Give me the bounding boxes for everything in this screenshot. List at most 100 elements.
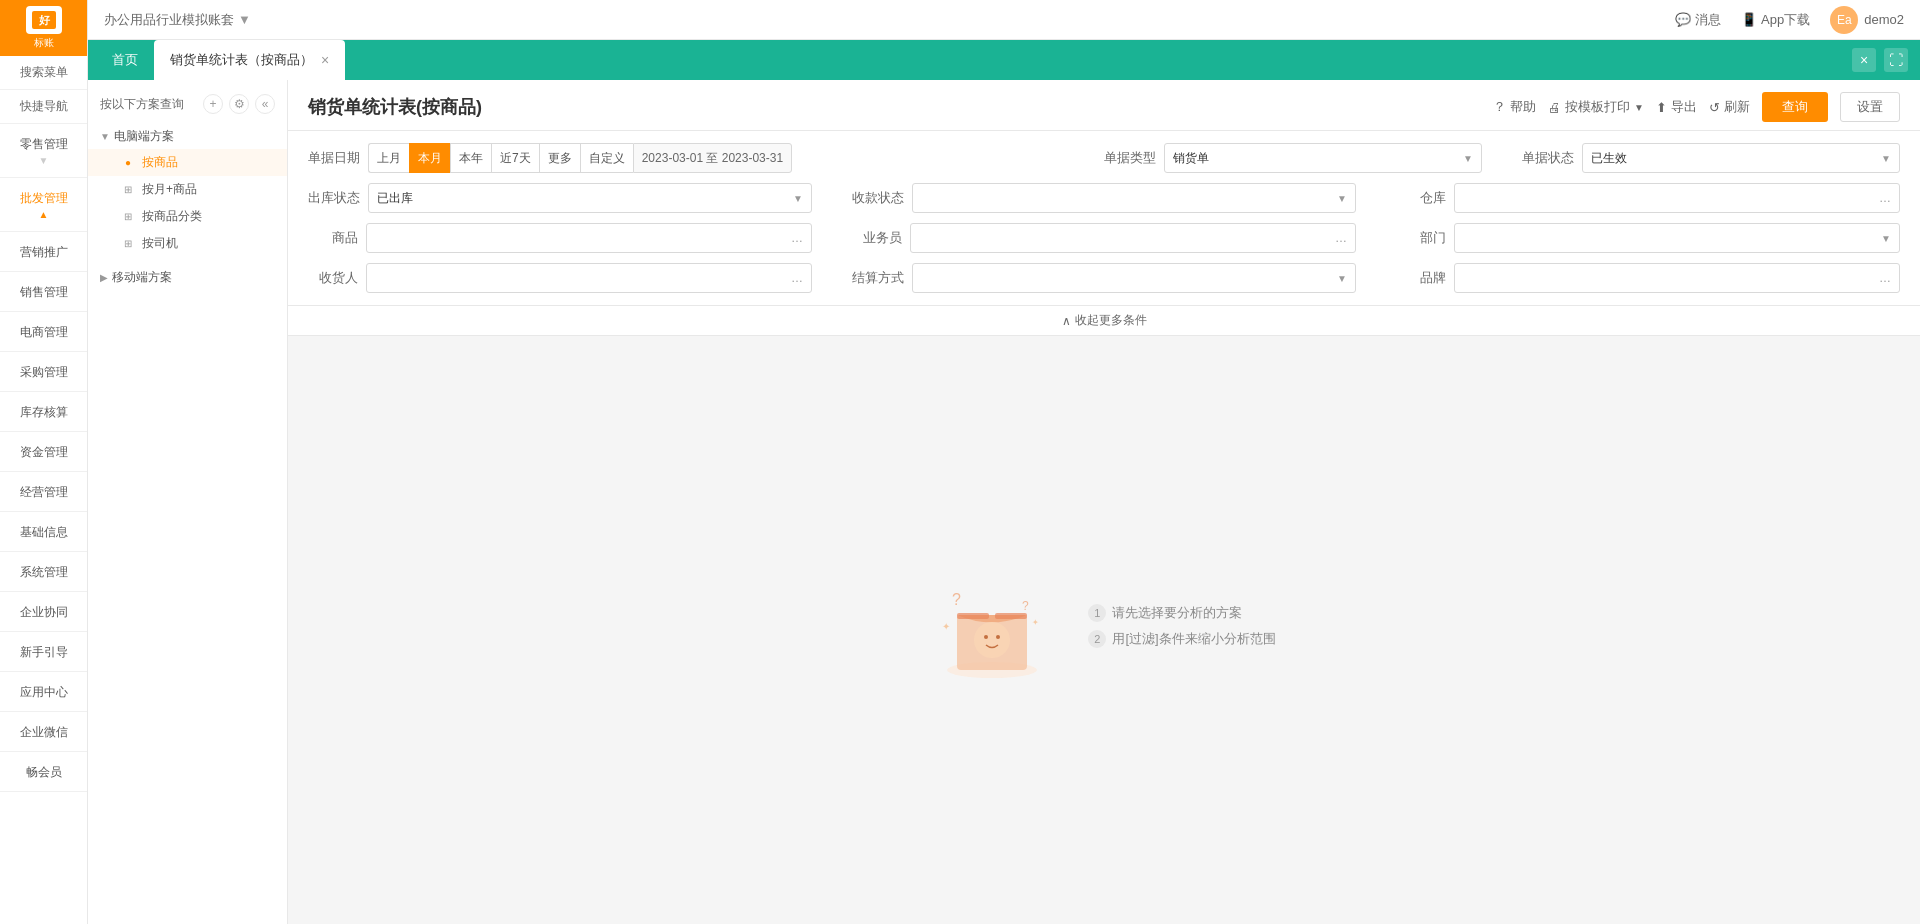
date-btn-last-month[interactable]: 上月 [368, 143, 409, 173]
sidebar-item-sales[interactable]: 销售管理 [0, 272, 87, 312]
setting-scheme-btn[interactable]: ⚙ [229, 94, 249, 114]
date-btn-more[interactable]: 更多 [539, 143, 580, 173]
sidebar-item-member[interactable]: 畅会员 [0, 752, 87, 792]
add-scheme-btn[interactable]: + [203, 94, 223, 114]
active-tab-label: 销货单统计表（按商品） [170, 51, 313, 69]
date-btn-custom[interactable]: 自定义 [580, 143, 633, 173]
sidebar-search-item[interactable]: 搜索菜单 [0, 56, 87, 90]
receiver-dots: … [791, 271, 803, 285]
svg-point-6 [974, 622, 1010, 658]
sidebar-item-marketing[interactable]: 营销推广 [0, 232, 87, 272]
staff-select[interactable]: … [910, 223, 1356, 253]
sidebar-item-app-center[interactable]: 应用中心 [0, 672, 87, 712]
collapse-icon: ∧ [1062, 314, 1071, 328]
help-btn[interactable]: ？ 帮助 [1493, 98, 1536, 116]
settings-button[interactable]: 设置 [1840, 92, 1900, 122]
app-download-btn[interactable]: 📱 App下载 [1741, 11, 1810, 29]
tab-home[interactable]: 首页 [96, 40, 154, 80]
mobile-section-arrow: ▶ [100, 272, 108, 283]
status-value: 已生效 [1591, 150, 1627, 167]
sidebar-item-operation[interactable]: 经营管理 [0, 472, 87, 512]
sidebar-item-ecommerce[interactable]: 电商管理 [0, 312, 87, 352]
dept-select[interactable]: ▼ [1454, 223, 1900, 253]
content-area: 按以下方案查询 + ⚙ « ▼ 电脑端方案 ● 按商品 ⊞ 按月+商品 [88, 80, 1920, 924]
by-product-label: 按商品 [142, 154, 178, 171]
tabbar-expand-btn[interactable]: ⛶ [1884, 48, 1908, 72]
left-panel-header: 按以下方案查询 + ⚙ « [88, 88, 287, 120]
collapse-panel-btn[interactable]: « [255, 94, 275, 114]
stock-out-select[interactable]: 已出库 ▼ [368, 183, 812, 213]
svg-text:✦: ✦ [942, 621, 950, 632]
export-btn[interactable]: ⬆ 导出 [1656, 98, 1697, 116]
app-download-label: App下载 [1761, 11, 1810, 29]
sidebar-item-enterprise[interactable]: 企业协同 [0, 592, 87, 632]
sidebar-item-purchase[interactable]: 采购管理 [0, 352, 87, 392]
date-btn-this-month[interactable]: 本月 [409, 143, 450, 173]
dropdown-arrow-icon[interactable]: ▼ [238, 12, 251, 27]
export-label: 导出 [1671, 98, 1697, 116]
sidebar-item-system[interactable]: 系统管理 [0, 552, 87, 592]
logo-icon: 好 [26, 6, 62, 34]
warehouse-select[interactable]: … [1454, 183, 1900, 213]
panel-item-by-month-product[interactable]: ⊞ 按月+商品 [88, 176, 287, 203]
panel-item-by-product[interactable]: ● 按商品 [88, 149, 287, 176]
left-panel: 按以下方案查询 + ⚙ « ▼ 电脑端方案 ● 按商品 ⊞ 按月+商品 [88, 80, 288, 924]
sidebar-quick-nav-item[interactable]: 快捷导航 [0, 90, 87, 124]
dept-label: 部门 [1396, 229, 1446, 247]
refresh-icon: ↺ [1709, 100, 1720, 115]
export-icon: ⬆ [1656, 100, 1667, 115]
user-menu-btn[interactable]: Ea demo2 [1830, 6, 1904, 34]
status-select[interactable]: 已生效 ▼ [1582, 143, 1900, 173]
panel-item-by-cashier[interactable]: ⊞ 按司机 [88, 230, 287, 257]
empty-illustration: ? ? ✦ ✦ [932, 575, 1052, 685]
date-label: 单据日期 [308, 149, 360, 167]
mobile-section-header[interactable]: ▶ 移动端方案 [88, 265, 287, 290]
sidebar-item-basic[interactable]: 基础信息 [0, 512, 87, 552]
avatar: Ea [1830, 6, 1858, 34]
print-btn[interactable]: 🖨 按模板打印 ▼ [1548, 98, 1644, 116]
query-button[interactable]: 查询 [1762, 92, 1828, 122]
svg-point-7 [984, 635, 988, 639]
stock-out-label: 出库状态 [308, 189, 360, 207]
home-tab-label: 首页 [112, 51, 138, 69]
empty-wrapper: ? ? ✦ ✦ 1 请先选择要分析的方案 [932, 575, 1275, 685]
main-area: 办公用品行业模拟账套 ▼ 💬 消息 📱 App下载 Ea demo2 首页 [88, 0, 1920, 924]
collapse-more-btn[interactable]: ∧ 收起更多条件 [288, 306, 1920, 336]
settlement-select[interactable]: ▼ [912, 263, 1356, 293]
stock-out-value: 已出库 [377, 190, 413, 207]
sidebar-item-wholesale[interactable]: 批发管理 ▲ [0, 178, 87, 232]
sidebar-item-finance[interactable]: 资金管理 [0, 432, 87, 472]
svg-text:?: ? [952, 591, 961, 608]
message-btn[interactable]: 💬 消息 [1675, 11, 1721, 29]
product-dots: … [791, 231, 803, 245]
date-btn-7days[interactable]: 近7天 [491, 143, 539, 173]
by-month-product-icon: ⊞ [120, 182, 136, 198]
purchase-label: 采购管理 [0, 364, 87, 381]
receipt-arrow-icon: ▼ [1337, 193, 1347, 204]
sidebar-item-retail[interactable]: 零售管理 ▼ [0, 124, 87, 178]
tab-active[interactable]: 销货单统计表（按商品） × [154, 40, 345, 80]
by-category-icon: ⊞ [120, 209, 136, 225]
date-btn-this-year[interactable]: 本年 [450, 143, 491, 173]
date-group: 上月 本月 本年 近7天 更多 自定义 2023-03-01 至 2023-03… [368, 143, 1064, 173]
brand-select[interactable]: … [1454, 263, 1900, 293]
tabbar-close-btn[interactable]: × [1852, 48, 1876, 72]
print-label: 按模板打印 [1565, 98, 1630, 116]
type-select[interactable]: 销货单 ▼ [1164, 143, 1482, 173]
collapse-label: 收起更多条件 [1075, 312, 1147, 329]
sidebar-item-guide[interactable]: 新手引导 [0, 632, 87, 672]
by-cashier-icon: ⊞ [120, 236, 136, 252]
panel-item-by-category[interactable]: ⊞ 按商品分类 [88, 203, 287, 230]
member-label: 畅会员 [0, 764, 87, 781]
sidebar-item-inventory[interactable]: 库存核算 [0, 392, 87, 432]
receiver-label: 收货人 [308, 269, 358, 287]
receiver-select[interactable]: … [366, 263, 812, 293]
receipt-select[interactable]: ▼ [912, 183, 1356, 213]
inventory-label: 库存核算 [0, 404, 87, 421]
pc-section-header[interactable]: ▼ 电脑端方案 [88, 124, 287, 149]
sidebar-item-wechat[interactable]: 企业微信 [0, 712, 87, 752]
page-title: 销货单统计表(按商品) [308, 95, 482, 119]
product-select[interactable]: … [366, 223, 812, 253]
refresh-btn[interactable]: ↺ 刷新 [1709, 98, 1750, 116]
tab-close-icon[interactable]: × [321, 53, 329, 67]
